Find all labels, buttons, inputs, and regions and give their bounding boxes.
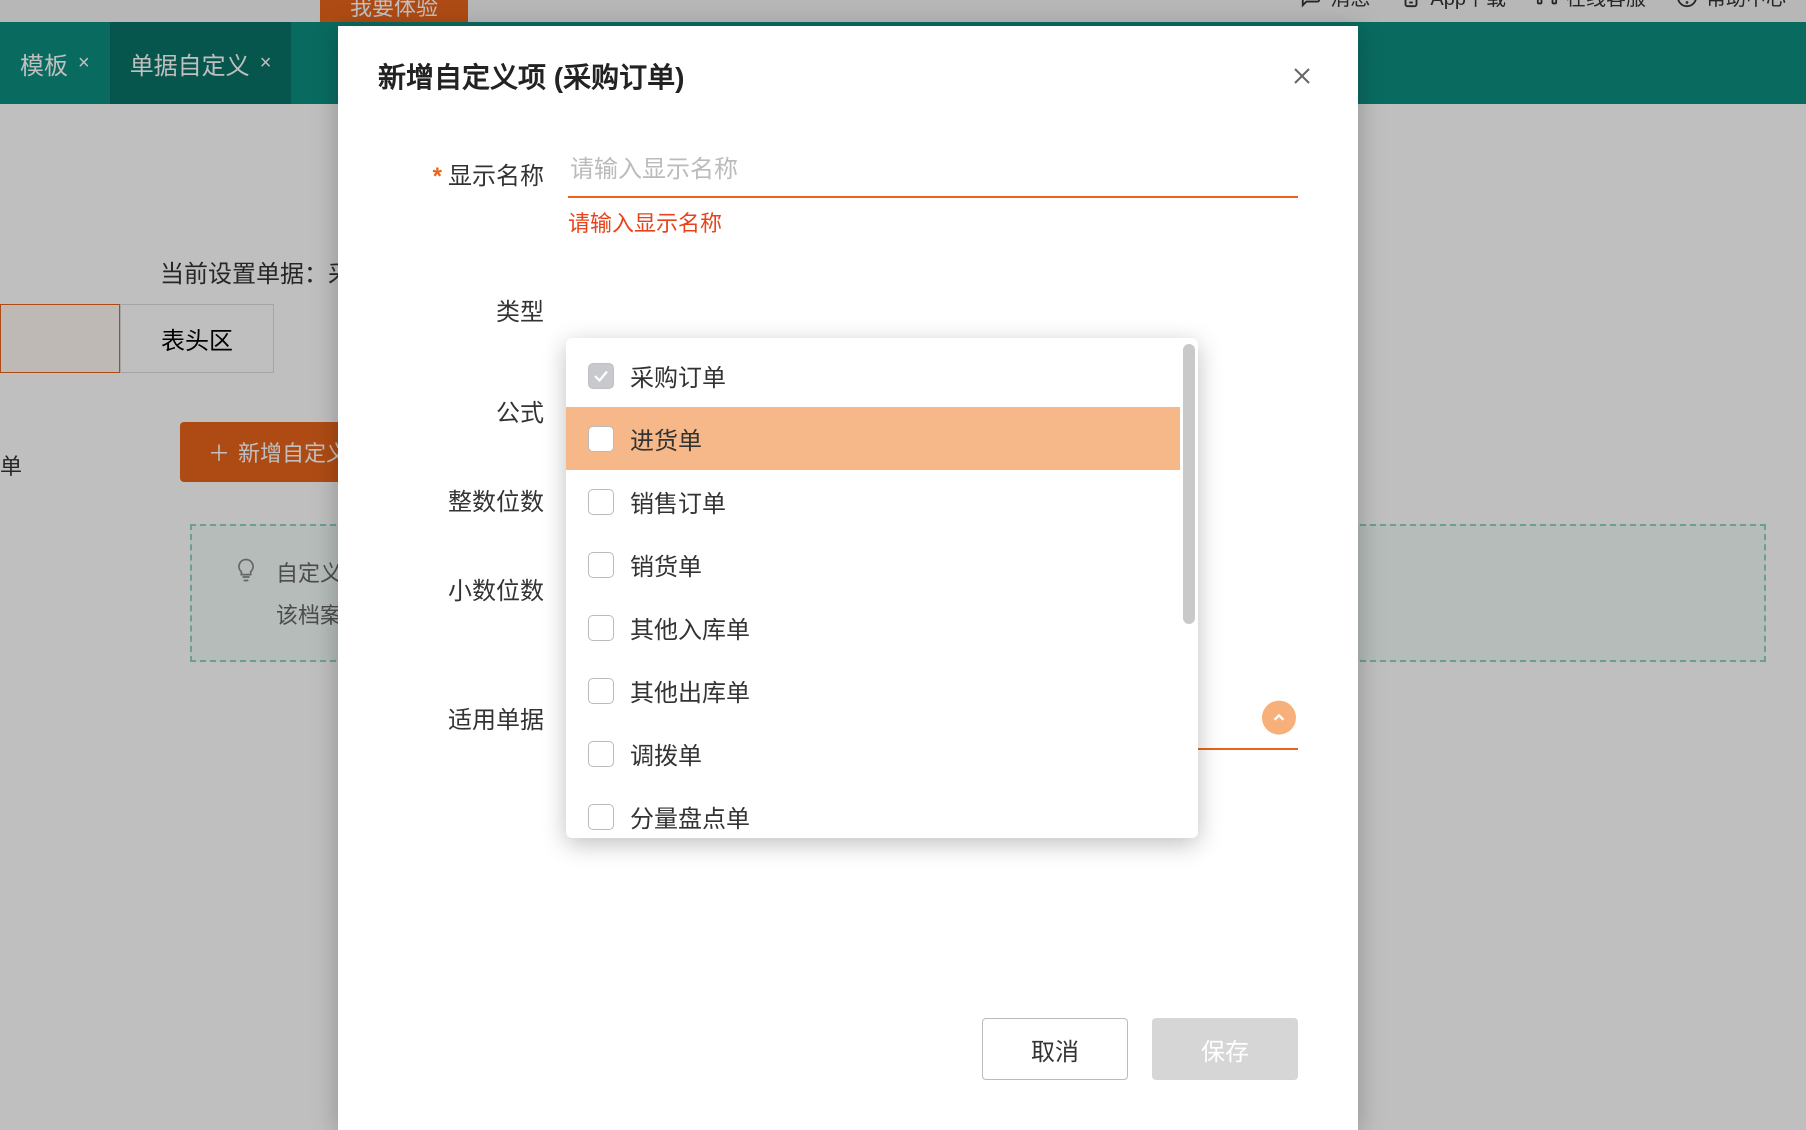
- save-button[interactable]: 保存: [1152, 1018, 1298, 1080]
- checkbox[interactable]: [588, 489, 614, 515]
- dropdown-item[interactable]: 其他出库单: [566, 659, 1180, 722]
- dropdown-toggle-button[interactable]: [1262, 701, 1296, 735]
- close-icon: [1290, 64, 1314, 88]
- scrollbar-thumb[interactable]: [1183, 344, 1195, 624]
- applicable-dropdown: 采购订单进货单销售订单销货单其他入库单其他出库单调拨单分量盘点单: [566, 338, 1198, 838]
- label-type: 类型: [398, 286, 568, 327]
- modal-body: 显示名称 请输入显示名称 类型 公式 整数位数 小数位数 适用: [338, 116, 1358, 994]
- dropdown-list[interactable]: 采购订单进货单销售订单销货单其他入库单其他出库单调拨单分量盘点单: [566, 338, 1180, 838]
- checkbox[interactable]: [588, 363, 614, 389]
- dropdown-item[interactable]: 调拨单: [566, 722, 1180, 785]
- dropdown-item-label: 进货单: [630, 421, 702, 456]
- dropdown-item-label: 采购订单: [630, 358, 726, 393]
- dropdown-item-label: 销货单: [630, 547, 702, 582]
- modal-close-button[interactable]: [1286, 60, 1318, 92]
- dropdown-item[interactable]: 采购订单: [566, 344, 1180, 407]
- dropdown-item[interactable]: 销售订单: [566, 470, 1180, 533]
- checkbox[interactable]: [588, 678, 614, 704]
- checkbox[interactable]: [588, 552, 614, 578]
- dropdown-item-label: 调拨单: [630, 736, 702, 771]
- cancel-button[interactable]: 取消: [982, 1018, 1128, 1080]
- display-name-input[interactable]: [568, 150, 1298, 198]
- modal-title: 新增自定义项 (采购订单): [378, 56, 684, 96]
- checkbox[interactable]: [588, 426, 614, 452]
- dropdown-item-label: 销售订单: [630, 484, 726, 519]
- dropdown-item[interactable]: 其他入库单: [566, 596, 1180, 659]
- label-applicable: 适用单据: [398, 694, 568, 735]
- display-name-error: 请输入显示名称: [568, 206, 1298, 238]
- row-type: 类型: [398, 286, 1298, 327]
- add-custom-field-modal: 新增自定义项 (采购订单) 显示名称 请输入显示名称 类型 公式 整数位数: [338, 26, 1358, 1130]
- dropdown-item[interactable]: 销货单: [566, 533, 1180, 596]
- label-dec-digits: 小数位数: [398, 565, 568, 606]
- dropdown-scrollbar[interactable]: [1180, 338, 1198, 838]
- row-display-name: 显示名称 请输入显示名称: [398, 150, 1298, 238]
- dropdown-item-label: 分量盘点单: [630, 799, 750, 834]
- check-icon: [592, 367, 610, 385]
- dropdown-item-label: 其他入库单: [630, 610, 750, 645]
- modal-header: 新增自定义项 (采购订单): [338, 26, 1358, 116]
- modal-footer: 取消 保存: [338, 994, 1358, 1130]
- label-int-digits: 整数位数: [398, 476, 568, 517]
- label-display-name: 显示名称: [398, 150, 568, 191]
- chevron-up-icon: [1270, 709, 1288, 727]
- checkbox[interactable]: [588, 804, 614, 830]
- label-formula: 公式: [398, 387, 568, 428]
- dropdown-item[interactable]: 分量盘点单: [566, 785, 1180, 838]
- dropdown-item[interactable]: 进货单: [566, 407, 1180, 470]
- dropdown-item-label: 其他出库单: [630, 673, 750, 708]
- checkbox[interactable]: [588, 741, 614, 767]
- checkbox[interactable]: [588, 615, 614, 641]
